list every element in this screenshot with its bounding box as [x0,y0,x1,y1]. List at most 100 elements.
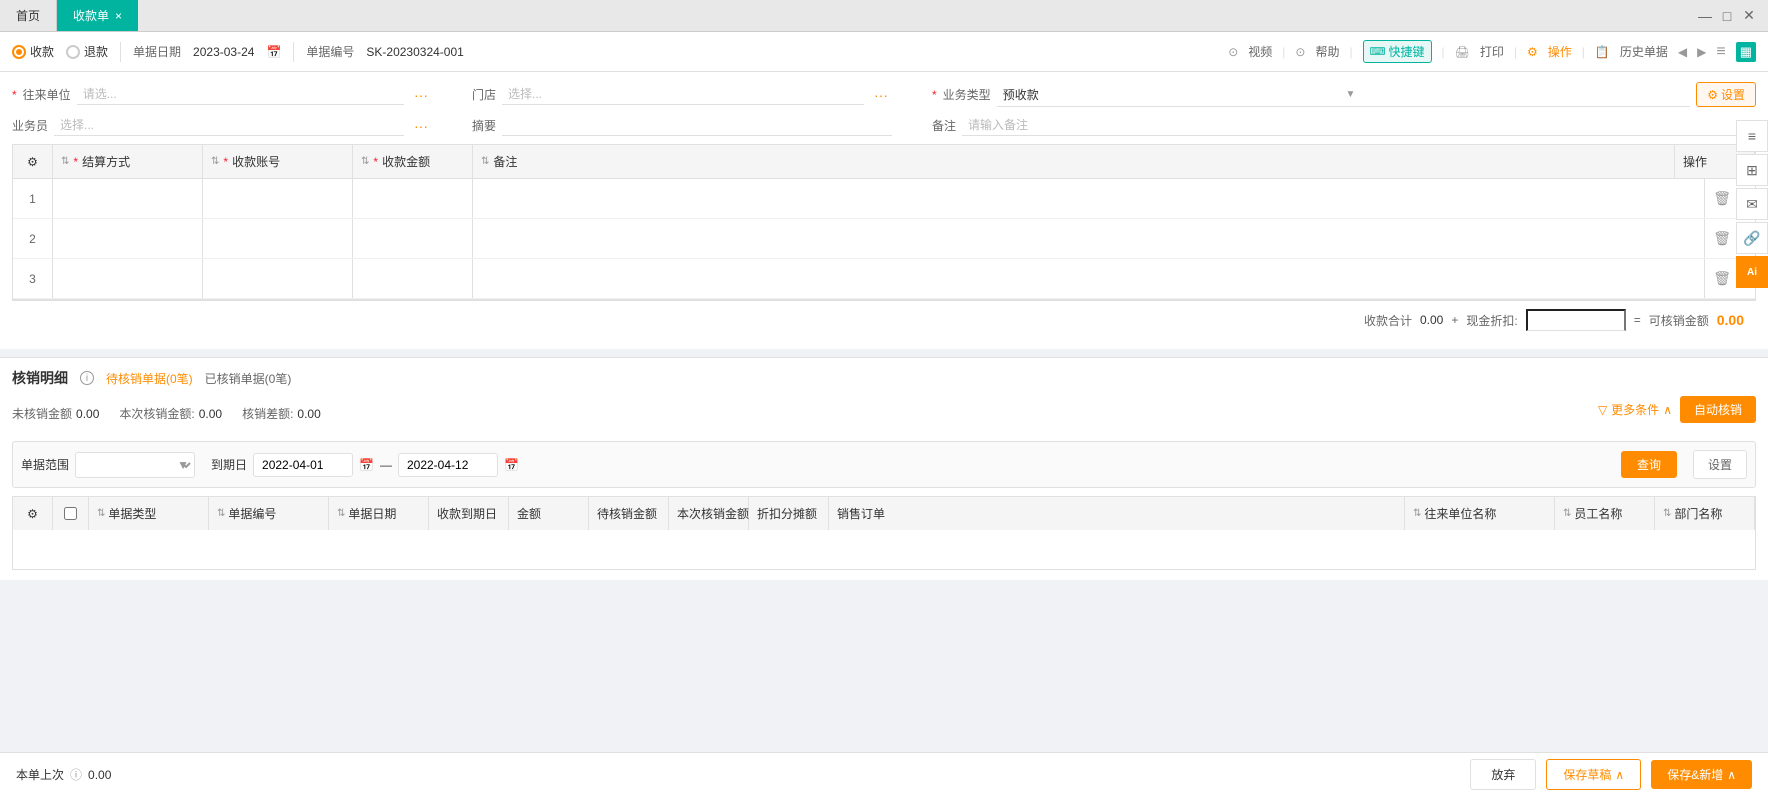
recon-header: 核销明细 i 待核销单据(0笔) 已核销单据(0笔) [12,368,1756,388]
pending-tab[interactable]: 待核销单据(0笔) [106,370,193,387]
settings-button[interactable]: ⚙ 设置 [1696,82,1756,107]
info-icon-footer[interactable]: ⓘ [70,766,82,783]
sidebar-icon-3[interactable]: ✉ [1736,188,1768,220]
sort-icon-amount[interactable]: ⇅ [361,157,369,167]
shortcut-button[interactable]: ⌨ 快捷键 [1363,40,1432,63]
radio-shoukuan[interactable]: 收款 [12,43,54,60]
delete-icon-1[interactable]: 🗑 [1713,190,1731,207]
counter-more-btn[interactable]: ··· [410,87,432,103]
this-value: 0.00 [199,407,222,421]
sort-icon-remark[interactable]: ⇅ [481,157,489,167]
select-all-checkbox[interactable] [64,507,77,520]
shop-label: 门店 [472,86,496,103]
query-button[interactable]: 查询 [1621,451,1677,478]
equals-sign: = [1634,313,1641,327]
td-account-3[interactable] [203,259,353,298]
sort-dept[interactable]: ⇅ [1663,509,1671,519]
sort-icon-settle[interactable]: ⇅ [61,157,69,167]
calendar-icon[interactable]: 📅 [266,45,281,59]
date-from-input[interactable] [253,453,353,477]
tab-close-icon[interactable]: × [115,9,122,23]
sort-partner[interactable]: ⇅ [1413,509,1421,519]
filter-settings-button[interactable]: 设置 [1693,450,1747,479]
salesperson-input[interactable] [54,115,404,136]
gear-icon: ⚙ [27,155,38,169]
sidebar-icon-4[interactable]: 🔗 [1736,222,1768,254]
td-settle-2[interactable] [53,219,203,258]
counter-input[interactable] [77,84,404,105]
print-link[interactable]: 打印 [1480,43,1504,60]
nav-left-icon[interactable]: ◀ [1678,45,1687,59]
sidebar-icon-1[interactable]: ≡ [1736,120,1768,152]
help-link[interactable]: 帮助 [1315,43,1339,60]
history-link[interactable]: 历史单据 [1620,43,1668,60]
tab-home[interactable]: 首页 [0,0,57,31]
sort-no[interactable]: ⇅ [217,509,225,519]
delete-icon-2[interactable]: 🗑 [1713,230,1731,247]
delete-icon-3[interactable]: 🗑 [1713,270,1731,287]
td-settle-1[interactable] [53,179,203,218]
sort-icon-account[interactable]: ⇅ [211,157,219,167]
td-remark-3[interactable] [473,259,1705,298]
view-grid-icon[interactable]: ▦ [1736,42,1756,62]
bth-discount-label: 折扣分摊额 [757,505,817,522]
save-new-arrow: ∧ [1727,768,1736,782]
radio-tuikuan-label: 退款 [84,43,108,60]
bth-check[interactable] [53,497,89,530]
close-button[interactable]: ✕ [1742,9,1756,23]
abandon-button[interactable]: 放弃 [1470,759,1536,790]
unverified-stat: 未核销金额 0.00 [12,405,99,422]
td-remark-1[interactable] [473,179,1705,218]
td-settle-3[interactable] [53,259,203,298]
sort-staff[interactable]: ⇅ [1563,509,1571,519]
table-row: 2 🗑 ⧉ [13,219,1755,259]
bth-settings[interactable]: ⚙ [13,497,53,530]
nav-right-icon[interactable]: ▶ [1697,45,1706,59]
remark-input[interactable] [962,115,1756,136]
td-account-1[interactable] [203,179,353,218]
th-settings[interactable]: ⚙ [13,145,53,178]
shop-input[interactable] [502,84,864,105]
maximize-button[interactable]: □ [1720,9,1734,23]
sort-type[interactable]: ⇅ [97,509,105,519]
radio-tuikuan[interactable]: 退款 [66,43,108,60]
td-amount-2[interactable] [353,219,473,258]
more-filter-button[interactable]: ▽ 更多条件 ∧ [1598,401,1672,418]
view-list-icon[interactable]: ≡ [1716,43,1725,61]
th-settle: ⇅ * 结算方式 [53,145,203,178]
td-amount-3[interactable] [353,259,473,298]
summary-input[interactable] [502,115,892,136]
no-field-value: SK-20230324-001 [366,45,463,59]
net-label: 可核销金额 [1649,312,1709,329]
done-tab[interactable]: 已核销单据(0笔) [205,370,292,387]
video-link[interactable]: 视频 [1248,43,1272,60]
cal-icon-from[interactable]: 📅 [359,458,374,472]
bth-no-label: 单据编号 [228,505,276,522]
sidebar-icon-2[interactable]: ⊞ [1736,154,1768,186]
cal-icon-to[interactable]: 📅 [504,458,519,472]
biz-type-select[interactable]: 预收款 ▼ [997,83,1691,107]
td-account-2[interactable] [203,219,353,258]
total-label: 收款合计 [1364,312,1412,329]
save-draft-button[interactable]: 保存草稿 ∧ [1546,759,1641,790]
date-to-input[interactable] [398,453,498,477]
unverified-value: 0.00 [76,407,99,421]
footer-spacer [0,580,1768,640]
th-remark: ⇅ 备注 [473,145,1675,178]
salesperson-more-btn[interactable]: ··· [410,118,432,134]
minimize-button[interactable]: — [1698,9,1712,23]
sort-date[interactable]: ⇅ [337,509,345,519]
discount-input[interactable] [1526,309,1626,331]
recon-info-icon[interactable]: i [80,371,94,385]
td-remark-2[interactable] [473,219,1705,258]
range-select[interactable] [75,452,195,478]
save-new-button[interactable]: 保存&新增 ∧ [1651,760,1752,789]
td-amount-1[interactable] [353,179,473,218]
auto-button[interactable]: 自动核销 [1680,396,1756,423]
shop-more-btn[interactable]: ··· [870,87,892,103]
sidebar-icon-5[interactable]: Ai [1736,256,1768,288]
this-label: 本次核销金额: [119,405,194,422]
operation-link[interactable]: 操作 [1548,43,1572,60]
bth-dept: ⇅ 部门名称 [1655,497,1755,530]
tab-shoukuan[interactable]: 收款单 × [57,0,138,31]
